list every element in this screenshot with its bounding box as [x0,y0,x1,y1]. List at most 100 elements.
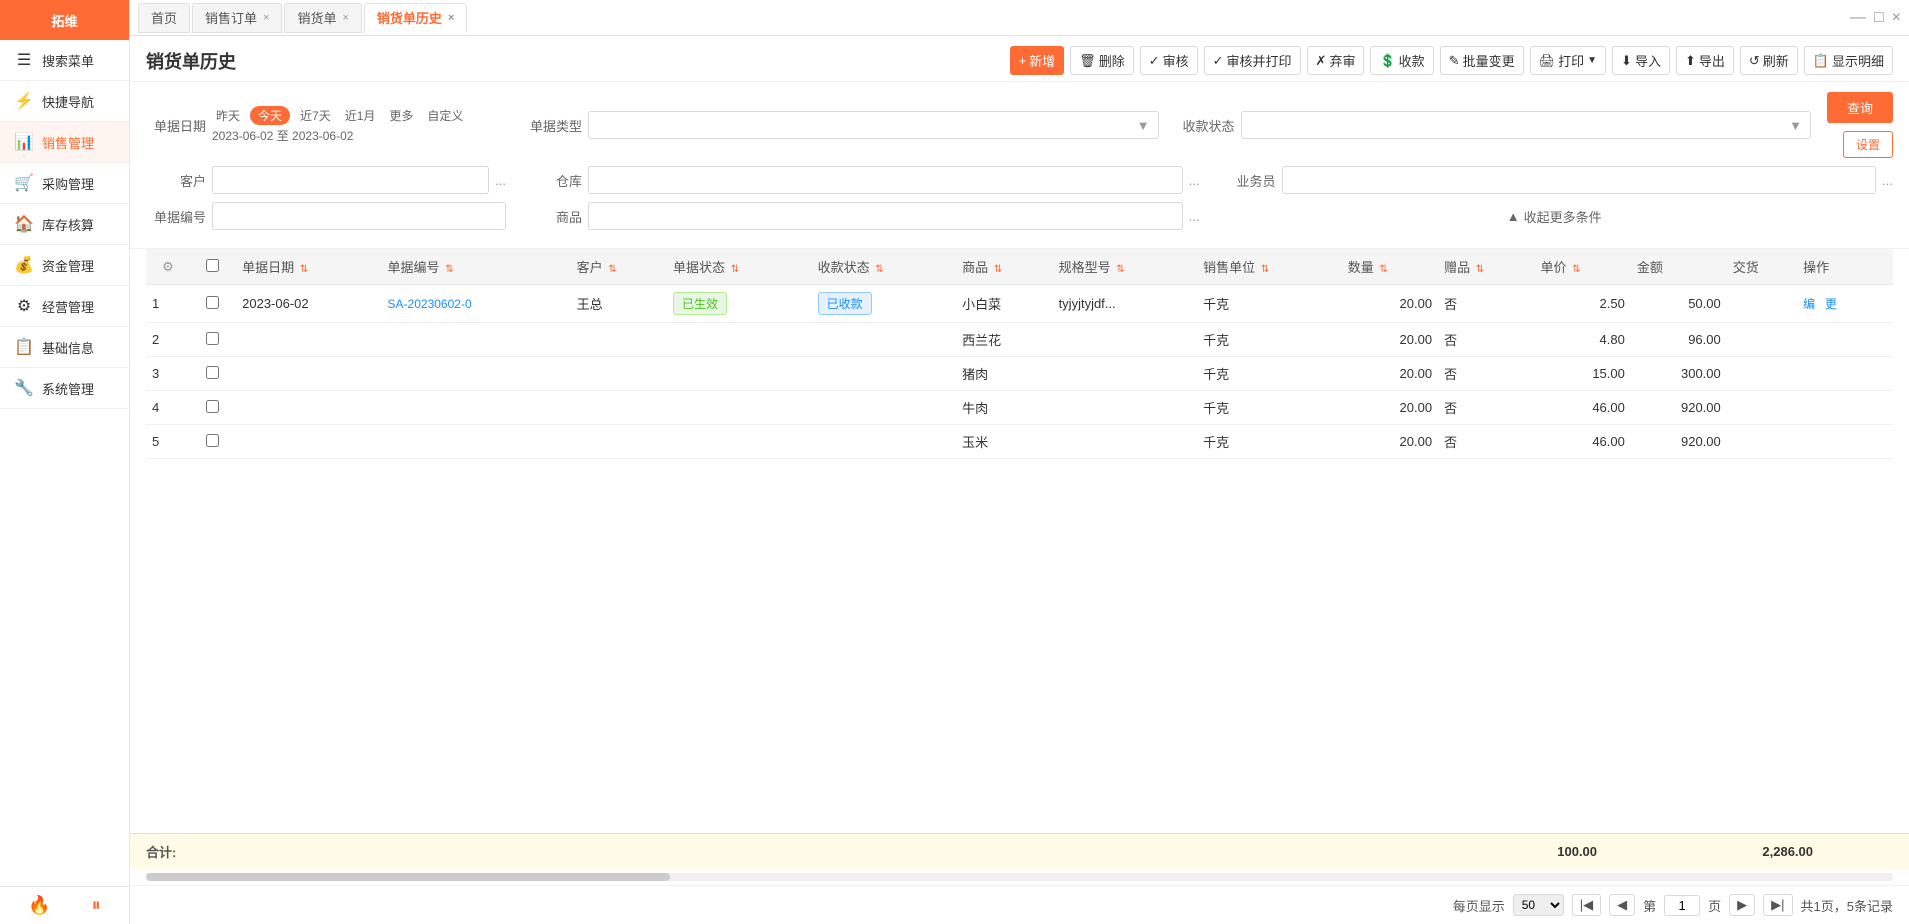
window-controls: — □ × [1850,9,1901,27]
sidebar-item-operation[interactable]: ⚙ 经营管理 [0,286,129,327]
date-tab-7days[interactable]: 近7天 [296,106,335,125]
sidebar-item-quick-nav[interactable]: ⚡ 快捷导航 [0,81,129,122]
page-size-select[interactable]: 50 10 20 100 [1513,894,1564,916]
data-table: ⚙ 单据日期 ⇅ 单据编号 ⇅ 客户 [146,249,1893,459]
table-row: 4 牛肉 千克 20.00 否 46.00 920.00 [146,391,1893,425]
salesperson-more-icon[interactable]: ... [1882,173,1893,188]
print-dropdown-icon: ▼ [1587,55,1597,66]
scrollbar-thumb[interactable] [146,873,670,881]
delete-icon: 🗑 [1079,53,1096,69]
sys-mgmt-icon: 🔧 [14,378,34,398]
tab-sales-history[interactable]: 销货单历史 × [364,3,467,33]
row-edit-link-1[interactable]: 编 [1803,297,1815,311]
sidebar-item-inventory[interactable]: 🏠 库存核算 [0,204,129,245]
salesperson-input[interactable] [1282,166,1877,194]
first-page-button[interactable]: |◀ [1572,894,1601,916]
collect-status-column-header[interactable]: 收款状态 ⇅ [812,249,957,285]
collect-status-sort-icon: ⇅ [875,264,883,275]
tab-sales-goods[interactable]: 销货单 × [284,3,361,33]
page-number-input[interactable] [1664,895,1700,916]
tab-sales-history-close[interactable]: × [448,12,454,24]
date-tab-yesterday[interactable]: 昨天 [212,106,244,125]
sidebar-item-sys-mgmt[interactable]: 🔧 系统管理 [0,368,129,409]
doc-no-column-header[interactable]: 单据编号 ⇅ [382,249,571,285]
sidebar-item-basic-info[interactable]: 📋 基础信息 [0,327,129,368]
product-column-header[interactable]: 商品 ⇅ [956,249,1052,285]
row-checkbox-1[interactable] [190,285,236,323]
print-button[interactable]: 🖨 打印 ▼ [1530,46,1606,75]
abandon-button[interactable]: ✗ 弃审 [1307,46,1365,75]
tab-sales-goods-close[interactable]: × [342,12,348,24]
select-all-checkbox[interactable] [206,259,219,272]
minimize-button[interactable]: — [1850,9,1866,27]
tab-sales-order-close[interactable]: × [263,12,269,24]
maximize-button[interactable]: □ [1874,9,1884,27]
warehouse-input[interactable] [588,166,1183,194]
doc-type-label: 单据类型 [522,116,582,135]
next-page-button[interactable]: ▶ [1729,894,1755,916]
tab-sales-order[interactable]: 销售订单 × [192,3,282,33]
date-tab-more[interactable]: 更多 [385,106,417,125]
sidebar-item-purchase-mgmt[interactable]: 🛒 采购管理 [0,163,129,204]
sidebar-pause-icon[interactable]: ⏸ [92,895,101,916]
customer-input[interactable] [212,166,489,194]
doc-date-column-header[interactable]: 单据日期 ⇅ [236,249,381,285]
batch-change-button[interactable]: ✎ 批量变更 [1440,46,1524,75]
collapse-button[interactable]: ▲ 收起更多条件 [1503,203,1606,230]
row-amount-4: 920.00 [1631,391,1727,425]
row-spec-2 [1053,323,1198,357]
doc-type-select[interactable]: ▼ [588,111,1159,139]
row-gift-5: 否 [1438,425,1534,459]
tab-home[interactable]: 首页 [138,3,190,33]
collect-button[interactable]: 💲 收款 [1370,46,1433,75]
table-row: 2 西兰花 千克 20.00 否 4.80 96.00 [146,323,1893,357]
product-sort-icon: ⇅ [994,264,1002,275]
close-button[interactable]: × [1892,9,1901,27]
sidebar-item-label: 搜索菜单 [42,51,94,70]
row-unit-price-1: 2.50 [1534,285,1630,323]
query-button[interactable]: 查询 [1827,92,1893,123]
product-more-icon[interactable]: ... [1189,209,1200,224]
row-gift-4: 否 [1438,391,1534,425]
collect-status-select[interactable]: ▼ [1241,111,1812,139]
quantity-column-header[interactable]: 数量 ⇅ [1342,249,1438,285]
sidebar-item-search-menu[interactable]: ☰ 搜索菜单 [0,40,129,81]
show-detail-button[interactable]: 📋 显示明细 [1804,46,1893,75]
new-button[interactable]: + 新增 [1010,46,1065,75]
set-button[interactable]: 设置 [1843,131,1893,158]
sidebar-item-finance[interactable]: 💰 资金管理 [0,245,129,286]
tab-sales-history-label: 销货单历史 [377,8,442,27]
horizontal-scrollbar[interactable] [146,873,1893,881]
export-button[interactable]: ⬆ 导出 [1676,46,1734,75]
audit-button[interactable]: ✓ 审核 [1140,46,1198,75]
settings-column-header[interactable]: ⚙ [146,249,190,285]
last-page-button[interactable]: ▶| [1763,894,1792,916]
customer-column-header[interactable]: 客户 ⇅ [571,249,667,285]
import-button[interactable]: ⬇ 导入 [1612,46,1670,75]
sidebar-item-sales-mgmt[interactable]: 📊 销售管理 [0,122,129,163]
doc-status-sort-icon: ⇅ [731,264,739,275]
doc-no-link-1[interactable]: SA-20230602-0 [388,297,472,311]
date-tab-today[interactable]: 今天 [250,106,290,125]
unit-price-column-header[interactable]: 单价 ⇅ [1534,249,1630,285]
gift-column-header[interactable]: 赠品 ⇅ [1438,249,1534,285]
audit-print-button[interactable]: ✓ 审核并打印 [1204,46,1301,75]
filter-salesperson-field: 业务员 ... [1216,166,1894,194]
row-amount-3: 300.00 [1631,357,1727,391]
sidebar-fire-icon[interactable]: 🔥 [28,895,50,916]
refresh-button[interactable]: ↺ 刷新 [1740,46,1798,75]
warehouse-more-icon[interactable]: ... [1189,173,1200,188]
product-input[interactable] [588,202,1183,230]
batch-change-icon: ✎ [1449,53,1460,69]
row-more-link-1[interactable]: 更 [1825,297,1837,311]
customer-more-icon[interactable]: ... [495,173,506,188]
delete-button[interactable]: 🗑 删除 [1070,46,1134,75]
date-tab-1month[interactable]: 近1月 [341,106,380,125]
date-tab-custom[interactable]: 自定义 [423,106,467,125]
spec-type-column-header[interactable]: 规格型号 ⇅ [1053,249,1198,285]
prev-page-button[interactable]: ◀ [1609,894,1635,916]
doc-status-column-header[interactable]: 单据状态 ⇅ [667,249,812,285]
sidebar-item-label: 基础信息 [42,338,94,357]
docno-input[interactable] [212,202,506,230]
sales-unit-column-header[interactable]: 销售单位 ⇅ [1197,249,1342,285]
